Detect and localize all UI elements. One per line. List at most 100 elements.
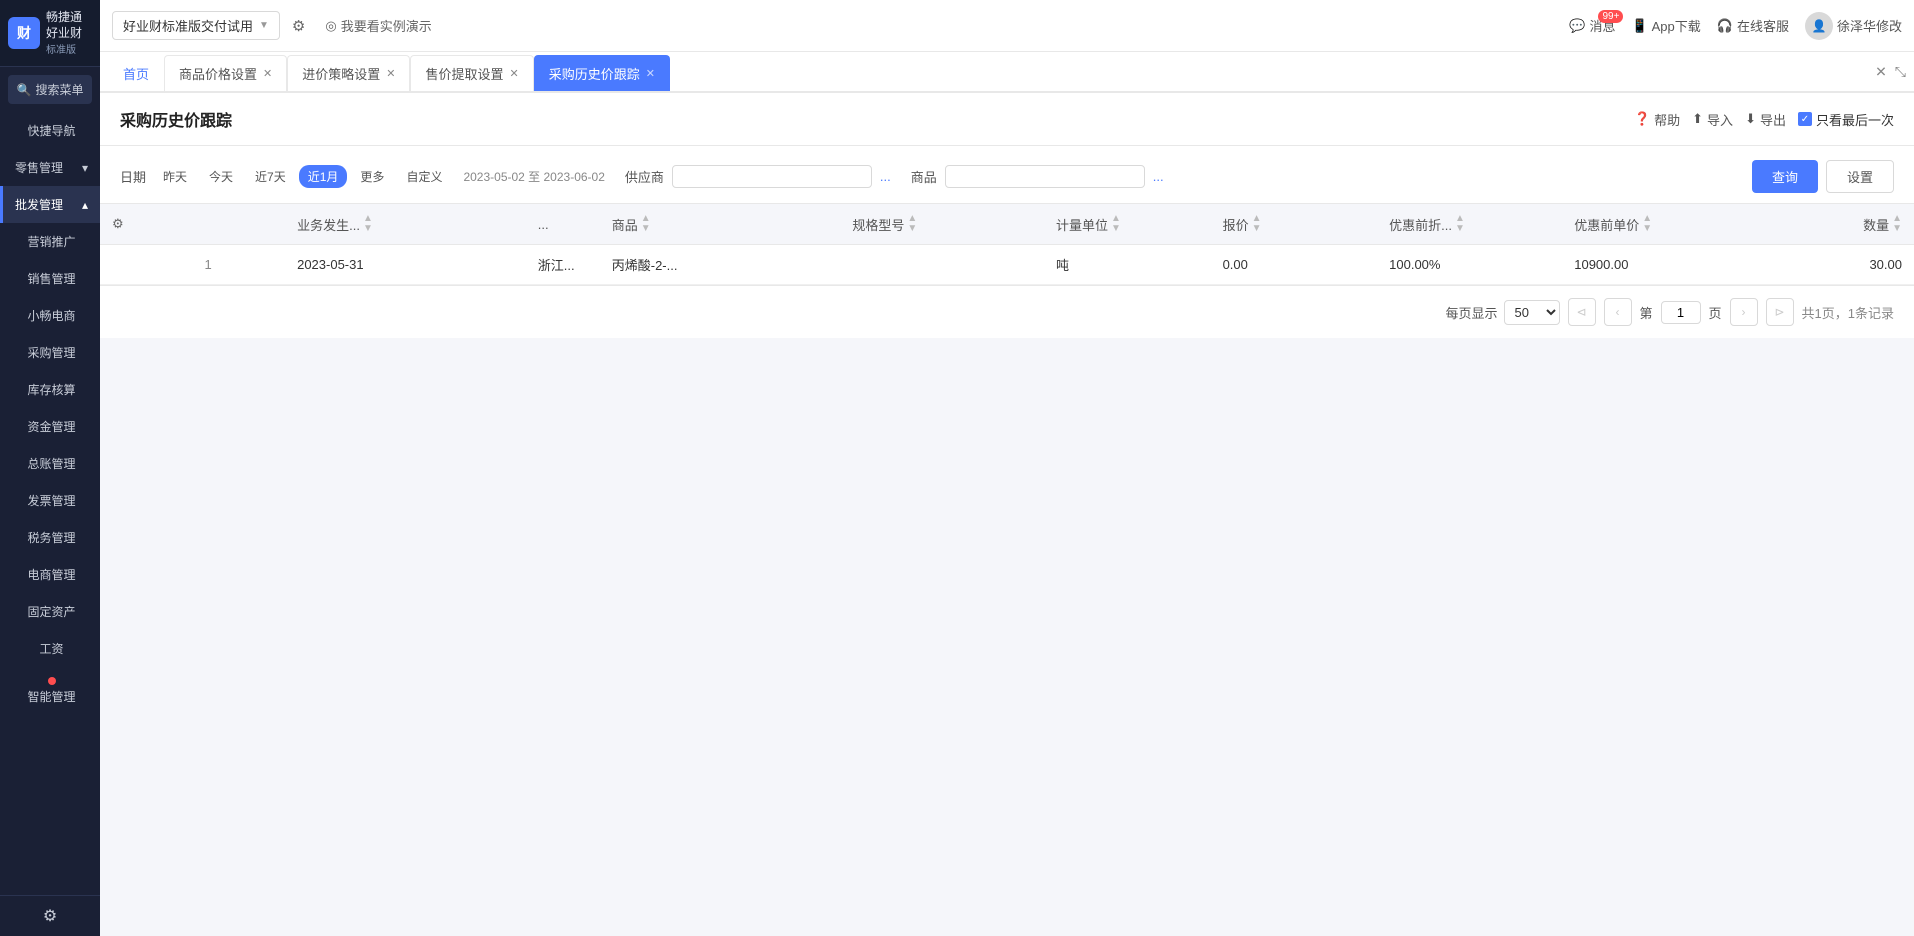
sidebar-item-ecommerce-small[interactable]: 小畅电商 xyxy=(0,297,100,334)
row-date: 2023-05-31 xyxy=(297,257,364,272)
company-selector-text: 好业财标准版交付试用 xyxy=(123,16,253,35)
sidebar-item-tax[interactable]: 税务管理 xyxy=(0,519,100,556)
product-input-wrap[interactable] xyxy=(945,165,1145,188)
next-page-button[interactable]: › xyxy=(1730,298,1758,326)
last-page-button[interactable]: ⊳ xyxy=(1766,298,1794,326)
date-yesterday-btn[interactable]: 昨天 xyxy=(154,165,196,188)
tab-history-close-icon[interactable]: ✕ xyxy=(646,67,655,80)
date-last7-btn[interactable]: 近7天 xyxy=(246,165,295,188)
panel-close-button[interactable]: ✕ xyxy=(1875,64,1887,81)
col-dots[interactable]: ... xyxy=(526,204,600,245)
supplier-input-wrap[interactable] xyxy=(672,165,872,188)
only-last-checkbox[interactable] xyxy=(1798,112,1812,126)
purchase-label: 采购管理 xyxy=(27,344,75,361)
demo-link[interactable]: ◎ 我要看实例演示 xyxy=(325,16,431,35)
sidebar-item-quick-nav[interactable]: 快捷导航 xyxy=(0,112,100,149)
settings-icon[interactable]: ⚙ xyxy=(43,908,57,925)
sidebar-search-area[interactable]: 🔍 搜索菜单 xyxy=(0,67,100,112)
cell-unit-price: 10900.00 xyxy=(1562,245,1766,285)
username-label: 徐泽华修改 xyxy=(1837,16,1902,35)
tab-purchase-history[interactable]: 采购历史价跟踪 ✕ xyxy=(534,55,670,91)
page-size-wrap: 每页显示 20 50 100 xyxy=(1445,300,1559,325)
panel-expand-button[interactable]: ⤡ xyxy=(1895,64,1906,81)
sidebar-item-finance[interactable]: 资金管理 xyxy=(0,408,100,445)
tab-strategy-close-icon[interactable]: ✕ xyxy=(386,67,395,80)
col-unit[interactable]: 计量单位 ▲▼ xyxy=(1044,204,1211,245)
sidebar-item-ecommerce[interactable]: 电商管理 xyxy=(0,556,100,593)
online-service-button[interactable]: 🎧 在线客服 xyxy=(1717,16,1789,35)
col-date[interactable]: 业务发生... ▲▼ xyxy=(285,204,526,245)
tab-saleprice-label: 售价提取设置 xyxy=(425,64,503,83)
prev-page-button[interactable]: ‹ xyxy=(1604,298,1632,326)
col-price[interactable]: 报价 ▲▼ xyxy=(1211,204,1378,245)
sidebar-item-purchase[interactable]: 采购管理 xyxy=(0,334,100,371)
tab-price-settings[interactable]: 商品价格设置 ✕ xyxy=(164,55,287,91)
headset-icon: 🎧 xyxy=(1717,18,1733,34)
sort-unitprice-icon: ▲▼ xyxy=(1642,214,1652,234)
page-size-select[interactable]: 20 50 100 xyxy=(1504,300,1560,325)
sidebar-item-marketing[interactable]: 营销推广 xyxy=(0,223,100,260)
col-settings[interactable]: ⚙ xyxy=(100,204,193,245)
page-unit-label: 页 xyxy=(1709,303,1722,322)
product-input[interactable] xyxy=(954,169,1136,184)
fixed-assets-label: 固定资产 xyxy=(27,603,75,620)
col-unit-price[interactable]: 优惠前单价 ▲▼ xyxy=(1562,204,1766,245)
search-menu-button[interactable]: 🔍 搜索菜单 xyxy=(8,75,92,104)
user-menu[interactable]: 👤 徐泽华修改 xyxy=(1805,12,1902,40)
sidebar-item-smart[interactable]: 智能管理 xyxy=(0,667,100,715)
only-last-checkbox-wrap[interactable]: 只看最后一次 xyxy=(1798,110,1894,129)
company-selector[interactable]: 好业财标准版交付试用 ▼ xyxy=(112,11,280,40)
app-download-button[interactable]: 📱 App下载 xyxy=(1631,16,1700,35)
column-settings-icon[interactable]: ⚙ xyxy=(112,216,124,231)
search-icon: 🔍 xyxy=(17,83,32,97)
page-label: 第 xyxy=(1640,303,1653,322)
tab-saleprice-close-icon[interactable]: ✕ xyxy=(510,67,519,80)
sidebar-item-sales[interactable]: 销售管理 xyxy=(0,260,100,297)
sidebar-item-general-ledger[interactable]: 总账管理 xyxy=(0,445,100,482)
tab-sale-price[interactable]: 售价提取设置 ✕ xyxy=(410,55,533,91)
supplier-ellipsis[interactable]: ... xyxy=(880,169,891,184)
date-more-btn[interactable]: 更多 xyxy=(351,165,393,188)
product-filter: 商品 ... xyxy=(911,165,1164,188)
page-number-input[interactable] xyxy=(1661,301,1701,324)
topbar-settings-icon[interactable]: ⚙ xyxy=(292,17,305,35)
help-button[interactable]: ❓ 帮助 xyxy=(1634,110,1680,129)
date-last1m-btn[interactable]: 近1月 xyxy=(299,165,348,188)
app-name: 畅捷通好业财 xyxy=(46,10,92,41)
sidebar-item-retail[interactable]: 零售管理 ▾ xyxy=(0,149,100,186)
sidebar-settings[interactable]: ⚙ xyxy=(0,895,100,936)
date-custom-btn[interactable]: 自定义 xyxy=(397,165,451,188)
import-button[interactable]: ⬆ 导入 xyxy=(1692,110,1733,129)
smart-label: 智能管理 xyxy=(27,688,75,705)
first-page-button[interactable]: ⊲ xyxy=(1568,298,1596,326)
col-date-label: 业务发生... xyxy=(297,215,360,234)
export-button[interactable]: ⬇ 导出 xyxy=(1745,110,1786,129)
retail-label: 零售管理 xyxy=(15,159,63,176)
sidebar-item-inventory[interactable]: 库存核算 xyxy=(0,371,100,408)
date-today-btn[interactable]: 今天 xyxy=(200,165,242,188)
messages-button[interactable]: 💬 消息 99+ xyxy=(1569,16,1615,35)
sort-discount-icon: ▲▼ xyxy=(1455,214,1465,234)
col-qty[interactable]: 数量 ▲▼ xyxy=(1766,204,1914,245)
product-ellipsis[interactable]: ... xyxy=(1153,169,1164,184)
col-product-label: 商品 xyxy=(612,215,638,234)
panel-controls: ✕ ⤡ xyxy=(1875,64,1906,81)
export-label: 导出 xyxy=(1760,110,1786,129)
finance-label: 资金管理 xyxy=(27,418,75,435)
col-spec[interactable]: 规格型号 ▲▼ xyxy=(840,204,1044,245)
query-button[interactable]: 查询 xyxy=(1752,160,1818,193)
tab-price-close-icon[interactable]: ✕ xyxy=(263,67,272,80)
col-discount[interactable]: 优惠前折... ▲▼ xyxy=(1377,204,1562,245)
sidebar-item-wholesale[interactable]: 批发管理 ▴ xyxy=(0,186,100,223)
settings-button[interactable]: 设置 xyxy=(1826,160,1894,193)
sidebar-item-payroll[interactable]: 工资 xyxy=(0,630,100,667)
sidebar-item-fixed-assets[interactable]: 固定资产 xyxy=(0,593,100,630)
col-product[interactable]: 商品 ▲▼ xyxy=(600,204,841,245)
product-filter-label: 商品 xyxy=(911,167,937,186)
supplier-input[interactable] xyxy=(681,169,863,184)
tab-home[interactable]: 首页 xyxy=(108,55,164,91)
tab-purchase-strategy[interactable]: 进价策略设置 ✕ xyxy=(287,55,410,91)
sidebar-item-invoice[interactable]: 发票管理 xyxy=(0,482,100,519)
col-spec-label: 规格型号 xyxy=(852,215,904,234)
demo-label: 我要看实例演示 xyxy=(341,16,432,35)
